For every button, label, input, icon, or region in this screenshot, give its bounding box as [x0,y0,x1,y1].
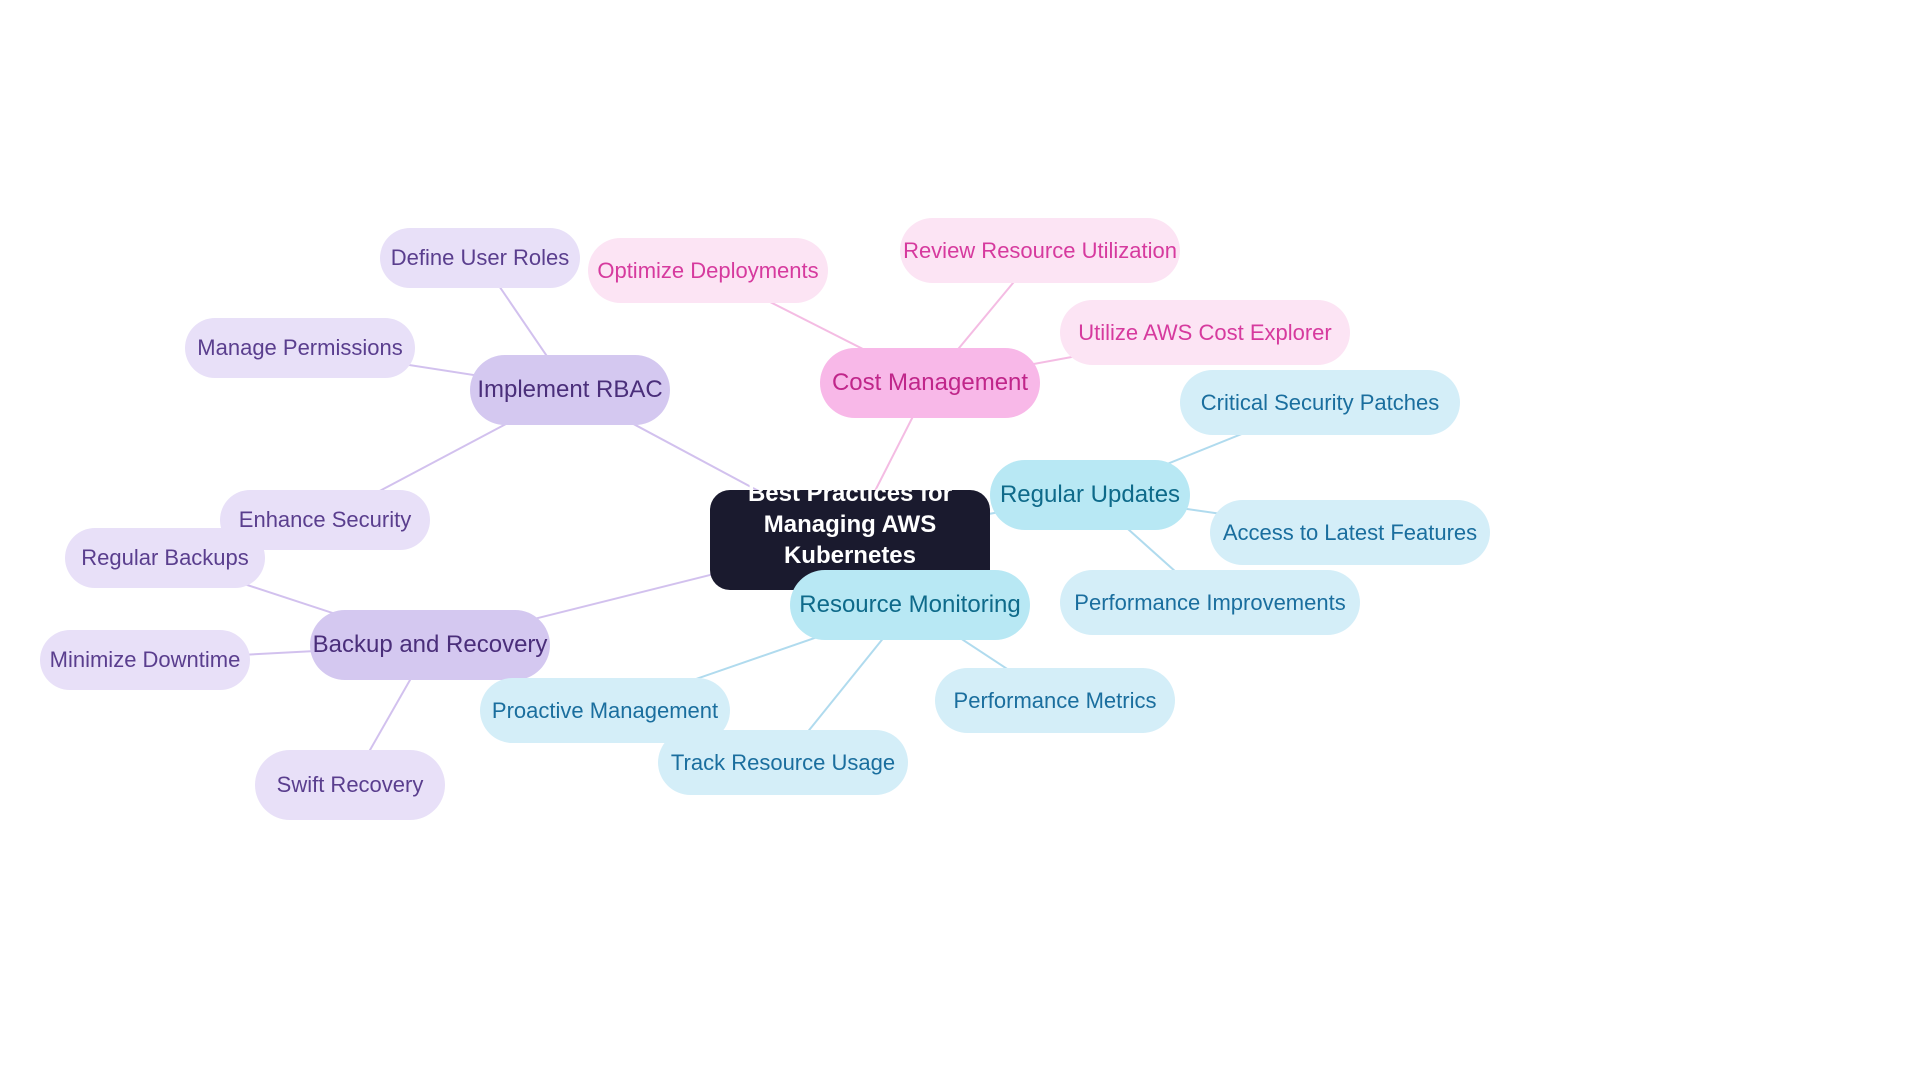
node-define-user-roles[interactable]: Define User Roles [380,228,580,288]
node-review-resource-utilization[interactable]: Review Resource Utilization [900,218,1180,283]
node-utilize-aws-cost-explorer[interactable]: Utilize AWS Cost Explorer [1060,300,1350,365]
node-performance-metrics[interactable]: Performance Metrics [935,668,1175,733]
node-performance-improvements[interactable]: Performance Improvements [1060,570,1360,635]
node-implement-rbac[interactable]: Implement RBAC [470,355,670,425]
node-resource-monitoring[interactable]: Resource Monitoring [790,570,1030,640]
mindmap-container: Best Practices for Managing AWS Kubernet… [0,0,1920,1083]
node-manage-permissions[interactable]: Manage Permissions [185,318,415,378]
node-regular-backups[interactable]: Regular Backups [65,528,265,588]
node-critical-security-patches[interactable]: Critical Security Patches [1180,370,1460,435]
node-regular-updates[interactable]: Regular Updates [990,460,1190,530]
node-swift-recovery[interactable]: Swift Recovery [255,750,445,820]
node-backup-and-recovery[interactable]: Backup and Recovery [310,610,550,680]
node-access-to-latest-features[interactable]: Access to Latest Features [1210,500,1490,565]
node-cost-management[interactable]: Cost Management [820,348,1040,418]
node-optimize-deployments[interactable]: Optimize Deployments [588,238,828,303]
node-minimize-downtime[interactable]: Minimize Downtime [40,630,250,690]
node-track-resource-usage[interactable]: Track Resource Usage [658,730,908,795]
